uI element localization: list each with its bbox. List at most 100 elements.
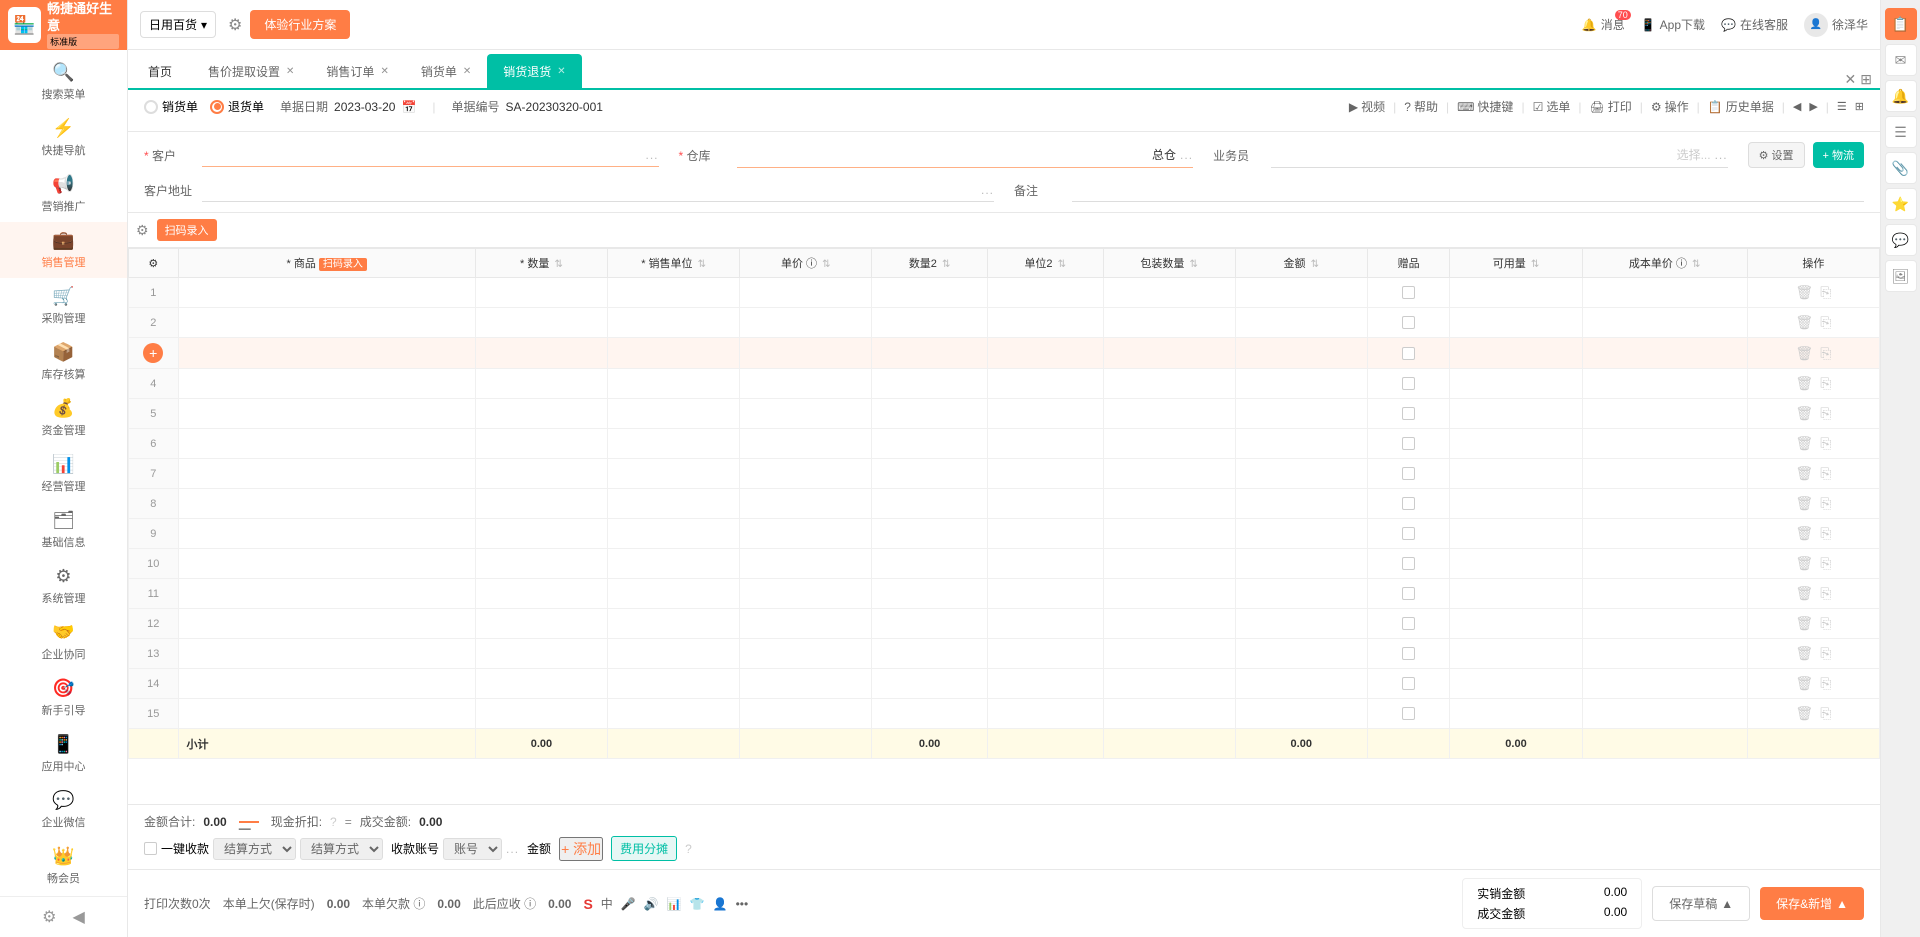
calendar-icon[interactable]: 📅 (401, 100, 416, 114)
copy-row-btn[interactable]: ⎘ (1820, 314, 1831, 330)
delete-row-btn[interactable]: 🗑 (1795, 585, 1813, 601)
cell-price[interactable] (740, 669, 872, 699)
staff-input[interactable]: 选择... ... (1271, 142, 1728, 168)
cell-product[interactable] (178, 609, 475, 639)
cell-product[interactable] (178, 308, 475, 338)
cell-gift[interactable] (1367, 549, 1450, 579)
cell-unit[interactable] (608, 308, 740, 338)
nav-prev-btn[interactable]: ◀ (1793, 100, 1801, 113)
tab-price-setting[interactable]: 售价提取设置✕ (192, 54, 310, 90)
cell-amount[interactable] (1235, 308, 1367, 338)
cell-price[interactable] (740, 369, 872, 399)
cell-cost-price[interactable] (1582, 308, 1747, 338)
cell-gift[interactable] (1367, 338, 1450, 369)
cell-pkg-qty[interactable] (1103, 579, 1235, 609)
cell-unit2[interactable] (987, 278, 1103, 308)
cell-product[interactable] (178, 489, 475, 519)
copy-row-btn[interactable]: ⎘ (1820, 284, 1831, 300)
delete-row-btn[interactable]: 🗑 (1795, 645, 1813, 661)
cell-qty2[interactable] (872, 579, 988, 609)
cell-cost-price[interactable] (1582, 369, 1747, 399)
gift-checkbox[interactable] (1402, 497, 1415, 510)
cell-qty2[interactable] (872, 369, 988, 399)
settings-bottom-icon[interactable]: ⚙ (42, 907, 56, 927)
cell-quantity[interactable] (475, 609, 607, 639)
cell-product[interactable] (178, 699, 475, 729)
cell-cost-price[interactable] (1582, 579, 1747, 609)
cell-price[interactable] (740, 308, 872, 338)
cell-cost-price[interactable] (1582, 639, 1747, 669)
view-list-btn[interactable]: ☰ (1837, 100, 1847, 113)
gift-checkbox[interactable] (1402, 677, 1415, 690)
copy-row-btn[interactable]: ⎘ (1820, 585, 1831, 601)
cell-gift[interactable] (1367, 369, 1450, 399)
cell-gift[interactable] (1367, 699, 1450, 729)
help-btn[interactable]: ? 帮助 (1404, 98, 1438, 115)
cell-price[interactable] (740, 278, 872, 308)
tab-sales-return[interactable]: 销货退货✕ (487, 54, 581, 90)
cell-available[interactable] (1450, 459, 1582, 489)
cell-available[interactable] (1450, 399, 1582, 429)
cell-pkg-qty[interactable] (1103, 399, 1235, 429)
cell-quantity[interactable] (475, 429, 607, 459)
cell-unit[interactable] (608, 699, 740, 729)
delete-row-btn[interactable]: 🗑 (1795, 314, 1813, 330)
cell-pkg-qty[interactable] (1103, 308, 1235, 338)
cell-amount[interactable] (1235, 639, 1367, 669)
cell-quantity[interactable] (475, 278, 607, 308)
product-input[interactable] (183, 346, 471, 360)
date-value[interactable]: 2023-03-20 (334, 100, 395, 114)
sidebar-item-wechat[interactable]: 💬企业微信 (0, 782, 127, 838)
delete-row-btn[interactable]: 🗑 (1795, 675, 1813, 691)
cell-quantity[interactable] (475, 399, 607, 429)
gift-checkbox[interactable] (1402, 557, 1415, 570)
cell-product[interactable] (178, 669, 475, 699)
delete-row-btn[interactable]: 🗑 (1795, 705, 1813, 721)
delete-row-btn[interactable]: 🗑 (1795, 555, 1813, 571)
tab-home[interactable]: 首页 (128, 54, 192, 90)
cell-quantity[interactable] (475, 459, 607, 489)
cell-available[interactable] (1450, 338, 1582, 369)
cell-amount[interactable] (1235, 579, 1367, 609)
sidebar-item-quick-nav[interactable]: ⚡快捷导航 (0, 110, 127, 166)
save-new-btn[interactable]: 保存&新增 ▲ (1760, 887, 1864, 920)
cell-product[interactable] (178, 459, 475, 489)
delete-row-btn[interactable]: 🗑 (1795, 525, 1813, 541)
cell-cost-price[interactable] (1582, 699, 1747, 729)
cell-available[interactable] (1450, 278, 1582, 308)
cell-unit2[interactable] (987, 399, 1103, 429)
cell-cost-price[interactable] (1582, 459, 1747, 489)
gift-checkbox[interactable] (1402, 347, 1415, 360)
add-row-btn[interactable]: + (143, 343, 163, 363)
delete-row-btn[interactable]: 🗑 (1795, 375, 1813, 391)
right-panel-btn-8[interactable]: 🖼 (1885, 260, 1917, 292)
cell-quantity[interactable] (475, 669, 607, 699)
sidebar-item-apps[interactable]: 📱应用中心 (0, 726, 127, 782)
cell-product[interactable] (178, 278, 475, 308)
warehouse-input[interactable]: 总仓 ... (737, 142, 1194, 168)
operation-btn[interactable]: ⚙ 操作 (1651, 98, 1689, 115)
cell-qty2[interactable] (872, 669, 988, 699)
sidebar-item-member[interactable]: 👑畅会员 (0, 838, 127, 894)
gift-checkbox[interactable] (1402, 377, 1415, 390)
customer-input[interactable]: ... (202, 143, 659, 167)
gift-checkbox[interactable] (1402, 587, 1415, 600)
bill-no-value[interactable]: SA-20230320-001 (506, 100, 603, 114)
cell-unit[interactable] (608, 579, 740, 609)
cell-qty2[interactable] (872, 429, 988, 459)
cell-amount[interactable] (1235, 699, 1367, 729)
cell-quantity[interactable] (475, 369, 607, 399)
gift-checkbox[interactable] (1402, 707, 1415, 720)
cell-unit[interactable] (608, 519, 740, 549)
cell-quantity[interactable] (475, 639, 607, 669)
cell-qty2[interactable] (872, 699, 988, 729)
cell-pkg-qty[interactable] (1103, 549, 1235, 579)
cell-quantity[interactable] (475, 338, 607, 369)
history-btn[interactable]: 📋 历史单据 (1708, 98, 1774, 115)
cell-unit[interactable] (608, 489, 740, 519)
topbar-gear-icon[interactable]: ⚙ (228, 15, 242, 35)
copy-row-btn[interactable]: ⎘ (1820, 705, 1831, 721)
cell-price[interactable] (740, 338, 872, 369)
cell-amount[interactable] (1235, 669, 1367, 699)
cell-available[interactable] (1450, 308, 1582, 338)
